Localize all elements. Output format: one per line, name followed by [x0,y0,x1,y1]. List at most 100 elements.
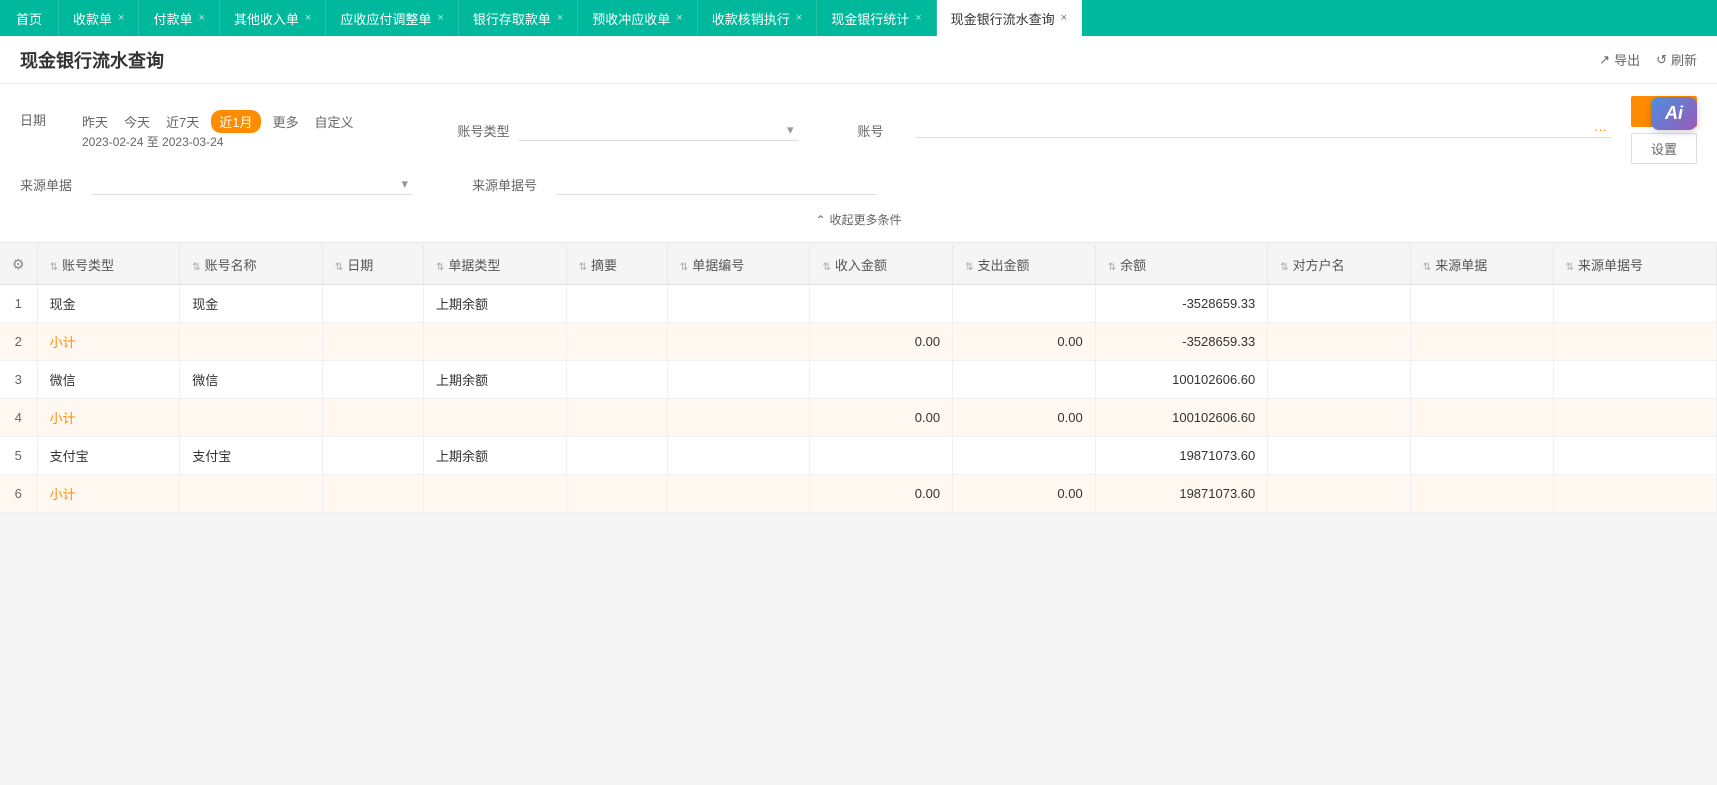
nav-tab-收款核销执行[interactable]: 收款核销执行 × [698,0,817,36]
cell-summary [566,437,667,475]
cell-account-name: 支付宝 [180,437,323,475]
cell-doc-num [667,285,810,323]
cell-doc-type: 上期余额 [424,437,567,475]
cell-account-type: 现金 [37,285,180,323]
cell-doc-num [667,399,810,437]
refresh-icon: ↺ [1656,52,1667,68]
cell-source-doc [1410,285,1553,323]
cell-expense: 0.00 [953,399,1096,437]
cell-summary [566,361,667,399]
nav-tab-收款单[interactable]: 收款单 × [59,0,139,36]
table-row[interactable]: 1现金现金上期余额-3528659.33 [0,285,1717,323]
account-dots-button[interactable]: ··· [1590,122,1611,137]
cell-balance: -3528659.33 [1095,285,1268,323]
close-icon[interactable]: × [676,12,682,24]
table-row[interactable]: 3微信微信上期余额100102606.60 [0,361,1717,399]
ai-badge[interactable]: Ai [1651,97,1697,130]
date-options: 昨天 今天 近7天 近1月 更多 自定义 [78,110,358,133]
table-row[interactable]: 2小计0.000.00-3528659.33 [0,323,1717,361]
nav-home[interactable]: 首页 [0,0,59,36]
cell-source-doc [1410,475,1553,513]
cell-expense [953,285,1096,323]
data-table: ⚙ ⇅账号类型 ⇅账号名称 ⇅日期 ⇅单据类型 ⇅摘要 ⇅单据编号 ⇅收入金额 … [0,245,1717,513]
nav-tab-其他收入单[interactable]: 其他收入单 × [220,0,326,36]
nav-tab-预收冲应收单[interactable]: 预收冲应收单 × [578,0,697,36]
close-icon[interactable]: × [118,12,124,24]
cell-account-name: 微信 [180,361,323,399]
table-row[interactable]: 6小计0.000.0019871073.60 [0,475,1717,513]
nav-tab-付款单[interactable]: 付款单 × [139,0,219,36]
account-type-select[interactable]: ▾ [518,120,798,141]
cell-income [810,285,953,323]
cell-account-name [180,475,323,513]
row-num: 5 [0,437,37,475]
col-summary: ⇅摘要 [566,245,667,285]
table-row[interactable]: 5支付宝支付宝上期余额19871073.60 [0,437,1717,475]
cell-account-type: 小计 [37,475,180,513]
cell-income [810,361,953,399]
cell-doc-num [667,475,810,513]
col-account-type: ⇅账号类型 [37,245,180,285]
cell-expense: 0.00 [953,323,1096,361]
table-header-row: ⚙ ⇅账号类型 ⇅账号名称 ⇅日期 ⇅单据类型 ⇅摘要 ⇅单据编号 ⇅收入金额 … [0,245,1717,285]
nav-tab-银行存取款单[interactable]: 银行存取款单 × [459,0,578,36]
col-settings: ⚙ [0,245,37,285]
source-doc-num-label: 来源单据号 [472,175,537,194]
date-opt-today[interactable]: 今天 [120,110,154,133]
cell-balance: 19871073.60 [1095,475,1268,513]
date-opt-yesterday[interactable]: 昨天 [78,110,112,133]
cell-source-doc [1410,437,1553,475]
table-row[interactable]: 4小计0.000.00100102606.60 [0,399,1717,437]
date-opt-custom[interactable]: 自定义 [311,110,358,133]
close-icon[interactable]: × [557,12,563,24]
nav-tab-应收应付调整单[interactable]: 应收应付调整单 × [326,0,458,36]
cell-doc-type: 上期余额 [424,285,567,323]
cell-doc-num [667,323,810,361]
source-doc-select[interactable]: ▾ [92,174,412,195]
cell-source-doc-num [1553,437,1716,475]
col-counterpart: ⇅对方户名 [1268,245,1411,285]
filter-row-date: 日期 昨天 今天 近7天 近1月 更多 自定义 2023-02-24 至 202… [20,96,1697,164]
date-opt-1month[interactable]: 近1月 [211,110,260,133]
cell-summary [566,323,667,361]
col-income: ⇅收入金额 [810,245,953,285]
col-expense: ⇅支出金额 [953,245,1096,285]
nav-tab-现金银行统计[interactable]: 现金银行统计 × [817,0,936,36]
header-actions: ↗ 导出 ↺ 刷新 [1599,50,1697,69]
collapse-button[interactable]: ⌃ 收起更多条件 [815,211,901,228]
cell-income: 0.00 [810,323,953,361]
export-icon: ↗ [1599,52,1610,68]
cell-counterpart [1268,361,1411,399]
cell-counterpart [1268,323,1411,361]
cell-source-doc-num [1553,475,1716,513]
close-icon[interactable]: × [796,12,802,24]
close-icon[interactable]: × [198,12,204,24]
row-num: 3 [0,361,37,399]
close-icon[interactable]: × [305,12,311,24]
gear-icon[interactable]: ⚙ [12,256,25,272]
cell-account-name: 现金 [180,285,323,323]
close-icon[interactable]: × [1061,12,1067,24]
cell-balance: 100102606.60 [1095,399,1268,437]
close-icon[interactable]: × [915,12,921,24]
cell-doc-type: 上期余额 [424,361,567,399]
cell-counterpart [1268,285,1411,323]
date-opt-more[interactable]: 更多 [269,110,303,133]
cell-date [322,361,423,399]
cell-date [322,323,423,361]
cell-date [322,437,423,475]
refresh-button[interactable]: ↺ 刷新 [1656,50,1697,69]
nav-tab-现金银行流水查询[interactable]: 现金银行流水查询 × [937,0,1082,36]
chevron-down-icon: ▾ [787,122,794,138]
row-num: 4 [0,399,37,437]
source-doc-num-input[interactable] [557,175,877,195]
cell-source-doc-num [1553,285,1716,323]
row-num: 1 [0,285,37,323]
page-header: 现金银行流水查询 ↗ 导出 ↺ 刷新 [0,36,1717,84]
settings-button[interactable]: 设置 [1631,133,1697,164]
cell-date [322,475,423,513]
close-icon[interactable]: × [437,12,443,24]
date-opt-7days[interactable]: 近7天 [162,110,203,133]
export-button[interactable]: ↗ 导出 [1599,50,1640,69]
cell-income: 0.00 [810,475,953,513]
